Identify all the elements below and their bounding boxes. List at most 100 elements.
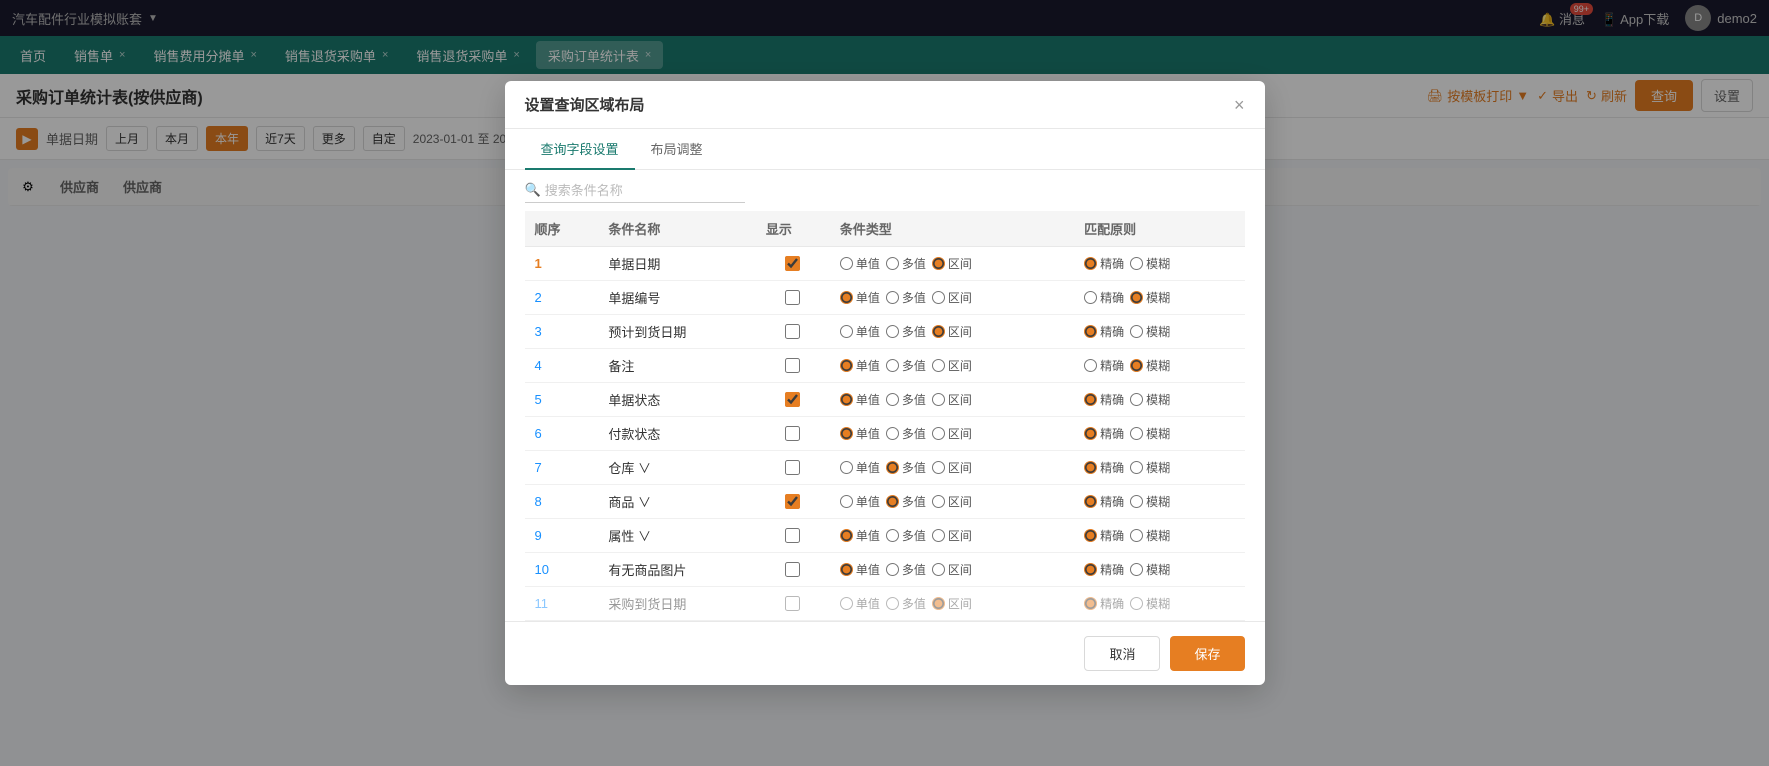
type-radio-type_range[interactable]: 区间 [932, 595, 972, 612]
cell-order: 11 [525, 587, 599, 621]
display-checkbox[interactable] [785, 426, 800, 441]
type-radio-type_multi[interactable]: 多值 [886, 425, 926, 442]
type-radio-type_single[interactable]: 单值 [840, 527, 880, 544]
type-radio-type_single[interactable]: 单值 [840, 255, 880, 272]
display-checkbox[interactable] [785, 392, 800, 407]
type-radio-type_single[interactable]: 单值 [840, 289, 880, 306]
display-checkbox[interactable] [785, 562, 800, 577]
conditions-table: 顺序 条件名称 显示 条件类型 匹配原则 1单据日期单值多值区间精确模糊2单据编… [525, 211, 1245, 621]
table-row: 8商品 ∨单值多值区间精确模糊 [525, 485, 1245, 519]
modal-tab-fields[interactable]: 查询字段设置 [525, 129, 635, 170]
settings-modal: 设置查询区域布局 × 查询字段设置 布局调整 🔍 顺序 条件名称 显示 [505, 81, 1265, 685]
cell-order: 9 [525, 519, 599, 553]
match-radio-match_exact[interactable]: 精确 [1084, 459, 1124, 476]
match-radio-match_fuzzy[interactable]: 模糊 [1130, 561, 1170, 578]
table-row: 10有无商品图片单值多值区间精确模糊 [525, 553, 1245, 587]
match-radio-match_exact[interactable]: 精确 [1084, 323, 1124, 340]
display-checkbox[interactable] [785, 256, 800, 271]
modal-table-wrap: 顺序 条件名称 显示 条件类型 匹配原则 1单据日期单值多值区间精确模糊2单据编… [505, 211, 1265, 621]
match-radio-match_fuzzy[interactable]: 模糊 [1130, 255, 1170, 272]
type-radio-type_single[interactable]: 单值 [840, 357, 880, 374]
cell-condition-name: 有无商品图片 [598, 553, 755, 587]
cell-condition-name: 属性 ∨ [598, 519, 755, 553]
table-row: 5单据状态单值多值区间精确模糊 [525, 383, 1245, 417]
match-radio-match_exact[interactable]: 精确 [1084, 391, 1124, 408]
col-order: 顺序 [525, 211, 599, 247]
type-radio-type_multi[interactable]: 多值 [886, 357, 926, 374]
type-radio-type_multi[interactable]: 多值 [886, 323, 926, 340]
display-checkbox[interactable] [785, 358, 800, 373]
type-radio-type_single[interactable]: 单值 [840, 493, 880, 510]
match-radio-match_fuzzy[interactable]: 模糊 [1130, 289, 1170, 306]
save-button[interactable]: 保存 [1170, 636, 1244, 671]
cell-condition-name: 仓库 ∨ [598, 451, 755, 485]
type-radio-type_multi[interactable]: 多值 [886, 459, 926, 476]
type-radio-type_range[interactable]: 区间 [932, 323, 972, 340]
cell-display [756, 417, 830, 451]
type-radio-type_single[interactable]: 单值 [840, 595, 880, 612]
type-radio-type_single[interactable]: 单值 [840, 561, 880, 578]
cell-condition-name: 采购到货日期 [598, 587, 755, 621]
type-radio-type_multi[interactable]: 多值 [886, 527, 926, 544]
table-row: 3预计到货日期 单值多值区间 精确模糊 [525, 315, 1245, 349]
type-radio-type_multi[interactable]: 多值 [886, 391, 926, 408]
search-input[interactable] [545, 183, 725, 198]
cell-match-principle: 精确模糊 [1074, 247, 1244, 281]
type-radio-type_range[interactable]: 区间 [932, 357, 972, 374]
table-row: 9属性 ∨单值多值区间精确模糊 [525, 519, 1245, 553]
cancel-button[interactable]: 取消 [1084, 636, 1160, 671]
cell-condition-type: 单值多值区间 [830, 553, 1074, 587]
type-radio-type_multi[interactable]: 多值 [886, 493, 926, 510]
display-checkbox[interactable] [785, 596, 800, 611]
cell-condition-name: 商品 ∨ [598, 485, 755, 519]
type-radio-type_range[interactable]: 区间 [932, 527, 972, 544]
match-radio-match_fuzzy[interactable]: 模糊 [1130, 493, 1170, 510]
cell-display [756, 247, 830, 281]
match-radio-match_fuzzy[interactable]: 模糊 [1130, 527, 1170, 544]
match-radio-match_exact[interactable]: 精确 [1084, 595, 1124, 612]
type-radio-type_range[interactable]: 区间 [932, 391, 972, 408]
type-radio-type_multi[interactable]: 多值 [886, 595, 926, 612]
type-radio-type_multi[interactable]: 多值 [886, 255, 926, 272]
type-radio-type_range[interactable]: 区间 [932, 561, 972, 578]
display-checkbox[interactable] [785, 494, 800, 509]
match-radio-match_fuzzy[interactable]: 模糊 [1130, 425, 1170, 442]
type-radio-type_single[interactable]: 单值 [840, 391, 880, 408]
type-radio-type_range[interactable]: 区间 [932, 255, 972, 272]
modal-tab-layout[interactable]: 布局调整 [635, 129, 719, 170]
match-radio-match_fuzzy[interactable]: 模糊 [1130, 357, 1170, 374]
cell-order: 3 [525, 315, 599, 349]
match-radio-match_fuzzy[interactable]: 模糊 [1130, 323, 1170, 340]
type-radio-type_multi[interactable]: 多值 [886, 289, 926, 306]
table-row: 6付款状态单值多值区间精确模糊 [525, 417, 1245, 451]
type-radio-type_range[interactable]: 区间 [932, 289, 972, 306]
match-radio-match_exact[interactable]: 精确 [1084, 561, 1124, 578]
cell-match-principle: 精确模糊 [1074, 451, 1244, 485]
match-radio-match_exact[interactable]: 精确 [1084, 493, 1124, 510]
match-radio-match_exact[interactable]: 精确 [1084, 289, 1124, 306]
match-radio-match_exact[interactable]: 精确 [1084, 425, 1124, 442]
type-radio-type_single[interactable]: 单值 [840, 323, 880, 340]
match-radio-match_fuzzy[interactable]: 模糊 [1130, 459, 1170, 476]
type-radio-type_single[interactable]: 单值 [840, 459, 880, 476]
type-radio-type_single[interactable]: 单值 [840, 425, 880, 442]
type-radio-type_range[interactable]: 区间 [932, 493, 972, 510]
match-radio-match_exact[interactable]: 精确 [1084, 255, 1124, 272]
type-radio-type_range[interactable]: 区间 [932, 459, 972, 476]
display-checkbox[interactable] [785, 324, 800, 339]
match-radio-match_fuzzy[interactable]: 模糊 [1130, 595, 1170, 612]
modal-tabs: 查询字段设置 布局调整 [505, 129, 1265, 170]
match-radio-match_exact[interactable]: 精确 [1084, 357, 1124, 374]
display-checkbox[interactable] [785, 460, 800, 475]
modal-close-button[interactable]: × [1234, 96, 1245, 114]
cell-condition-type: 单值多值区间 [830, 519, 1074, 553]
match-radio-match_exact[interactable]: 精确 [1084, 527, 1124, 544]
type-radio-type_multi[interactable]: 多值 [886, 561, 926, 578]
type-radio-type_range[interactable]: 区间 [932, 425, 972, 442]
cell-condition-name: 单据状态 [598, 383, 755, 417]
cell-condition-type: 单值多值区间 [830, 247, 1074, 281]
display-checkbox[interactable] [785, 528, 800, 543]
cell-condition-name: 预计到货日期 [598, 315, 755, 349]
display-checkbox[interactable] [785, 290, 800, 305]
match-radio-match_fuzzy[interactable]: 模糊 [1130, 391, 1170, 408]
